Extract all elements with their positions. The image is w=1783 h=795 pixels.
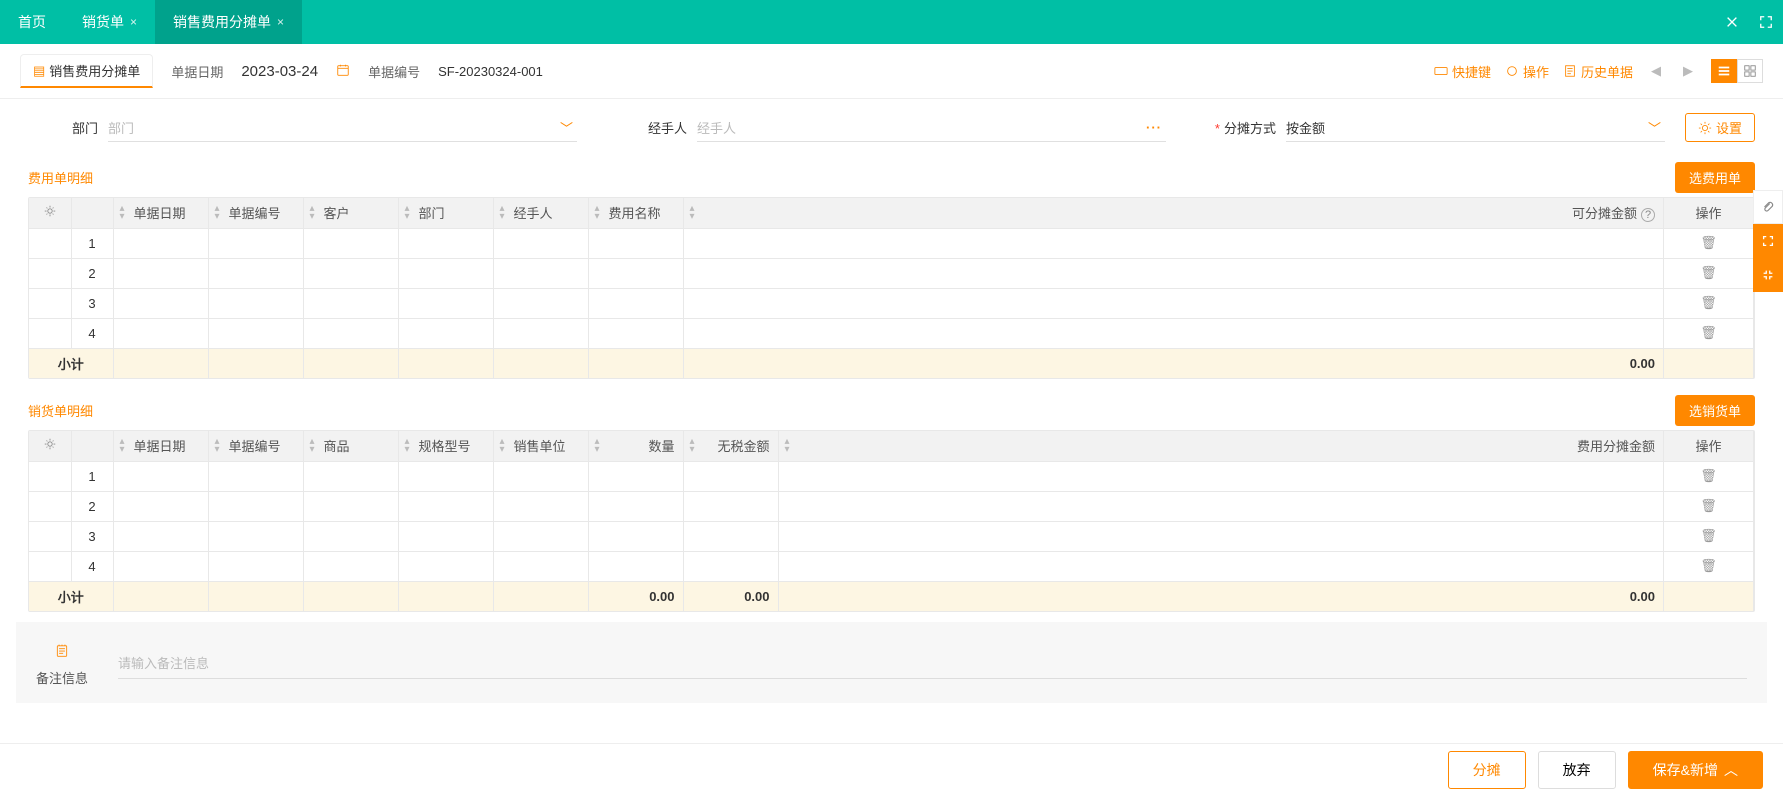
col-amount[interactable]: ▴▾无税金额: [683, 431, 778, 461]
table-row[interactable]: 4🗑: [29, 551, 1754, 581]
expand-button[interactable]: [1753, 224, 1783, 258]
select-sales-button[interactable]: 选销货单: [1675, 395, 1755, 426]
remarks-input[interactable]: 请输入备注信息: [118, 647, 1747, 679]
trash-icon[interactable]: 🗑: [1700, 295, 1717, 310]
next-arrow-icon[interactable]: ▶: [1679, 63, 1697, 79]
remarks-label: 备注信息: [36, 668, 88, 687]
collapse-button[interactable]: [1753, 258, 1783, 292]
col-action: 操作: [1664, 431, 1754, 461]
table-row[interactable]: 4🗑: [29, 318, 1754, 348]
method-select[interactable]: 按金额 ﹀: [1286, 114, 1665, 142]
col-product[interactable]: ▴▾商品: [303, 431, 398, 461]
col-num[interactable]: ▴▾单据编号: [208, 198, 303, 228]
tab-sales-expense-alloc[interactable]: 销售费用分摊单×: [155, 0, 302, 44]
subtotal-row: 小计0.000.000.00: [29, 581, 1754, 611]
col-spec[interactable]: ▴▾规格型号: [398, 431, 493, 461]
document-header: ▤ 销售费用分摊单 单据日期 2023-03-24 单据编号 SF-202303…: [0, 44, 1783, 99]
trash-icon[interactable]: 🗑: [1700, 265, 1717, 280]
allocate-button[interactable]: 分摊: [1448, 751, 1526, 789]
table-row[interactable]: 1🗑: [29, 461, 1754, 491]
chevron-up-icon: ︿: [1724, 760, 1738, 780]
trash-icon[interactable]: 🗑: [1700, 558, 1717, 573]
table-row[interactable]: 1🗑: [29, 228, 1754, 258]
prev-arrow-icon[interactable]: ◀: [1647, 63, 1665, 79]
expense-section-title: 费用单明细: [28, 168, 93, 187]
handler-label: 经手人: [617, 118, 697, 137]
trash-icon[interactable]: 🗑: [1700, 468, 1717, 483]
trash-icon[interactable]: 🗑: [1700, 528, 1717, 543]
gear-icon[interactable]: [29, 198, 71, 228]
date-label: 单据日期: [171, 62, 223, 81]
view-list-button[interactable]: [1711, 59, 1737, 83]
col-fee-name[interactable]: ▴▾费用名称: [588, 198, 683, 228]
tab-sales-order[interactable]: 销货单×: [64, 0, 155, 44]
expense-table: ▴▾单据日期 ▴▾单据编号 ▴▾客户 ▴▾部门 ▴▾经手人 ▴▾费用名称 ▴▾可…: [28, 197, 1755, 379]
shortcut-button[interactable]: 快捷键: [1434, 62, 1491, 81]
trash-icon[interactable]: 🗑: [1700, 325, 1717, 340]
calendar-icon[interactable]: [336, 63, 350, 80]
action-button[interactable]: 操作: [1505, 62, 1549, 81]
handler-select[interactable]: 经手人 ···: [697, 114, 1166, 142]
save-and-new-button[interactable]: 保存&新增︿: [1628, 751, 1763, 789]
close-icon[interactable]: ×: [130, 15, 137, 29]
method-label: *分摊方式: [1206, 118, 1286, 137]
dept-select[interactable]: 部门 ﹀: [108, 114, 577, 142]
date-value[interactable]: 2023-03-24: [241, 63, 318, 80]
table-row[interactable]: 2🗑: [29, 258, 1754, 288]
col-date[interactable]: ▴▾单据日期: [113, 198, 208, 228]
col-date[interactable]: ▴▾单据日期: [113, 431, 208, 461]
attachment-button[interactable]: [1753, 190, 1783, 224]
tab-home[interactable]: 首页: [0, 0, 64, 44]
select-expense-button[interactable]: 选费用单: [1675, 162, 1755, 193]
view-grid-button[interactable]: [1737, 59, 1763, 83]
document-icon: ▤: [33, 63, 45, 79]
gear-icon[interactable]: [29, 431, 71, 461]
table-row[interactable]: 2🗑: [29, 491, 1754, 521]
table-row[interactable]: 3🗑: [29, 521, 1754, 551]
subtotal-row: 小计0.00: [29, 348, 1754, 378]
side-tools: [1753, 190, 1783, 292]
abandon-button[interactable]: 放弃: [1538, 751, 1616, 789]
chevron-down-icon: ﹀: [1648, 118, 1661, 137]
close-window-button[interactable]: [1715, 0, 1749, 44]
sales-section-title: 销货单明细: [28, 401, 93, 420]
table-row[interactable]: 3🗑: [29, 288, 1754, 318]
settings-button[interactable]: 设置: [1685, 113, 1755, 142]
doc-number-label: 单据编号: [368, 62, 420, 81]
top-tab-bar: 首页 销货单× 销售费用分摊单×: [0, 0, 1783, 44]
col-handler[interactable]: ▴▾经手人: [493, 198, 588, 228]
col-customer[interactable]: ▴▾客户: [303, 198, 398, 228]
help-icon[interactable]: ?: [1641, 208, 1655, 222]
notes-icon: [55, 638, 69, 664]
more-icon: ···: [1146, 120, 1162, 135]
col-alloc-amount[interactable]: ▴▾费用分摊金额: [778, 431, 1664, 461]
chevron-down-icon: ﹀: [560, 118, 573, 137]
form-row: 部门 部门 ﹀ 经手人 经手人 ··· *分摊方式 按金额 ﹀ 设置: [0, 99, 1783, 156]
col-dept[interactable]: ▴▾部门: [398, 198, 493, 228]
col-num[interactable]: ▴▾单据编号: [208, 431, 303, 461]
document-type-tab[interactable]: ▤ 销售费用分摊单: [20, 54, 153, 88]
fullscreen-button[interactable]: [1749, 0, 1783, 44]
footer-bar: 分摊 放弃 保存&新增︿: [0, 743, 1783, 795]
trash-icon[interactable]: 🗑: [1700, 235, 1717, 250]
col-unit[interactable]: ▴▾销售单位: [493, 431, 588, 461]
close-icon[interactable]: ×: [277, 15, 284, 29]
doc-number-value: SF-20230324-001: [438, 64, 543, 79]
dept-label: 部门: [28, 118, 108, 137]
trash-icon[interactable]: 🗑: [1700, 498, 1717, 513]
col-alloc-amount[interactable]: ▴▾可分摊金额?: [683, 198, 1664, 228]
col-qty[interactable]: ▴▾数量: [588, 431, 683, 461]
remarks-section: 备注信息 请输入备注信息: [16, 622, 1767, 703]
sales-table: ▴▾单据日期 ▴▾单据编号 ▴▾商品 ▴▾规格型号 ▴▾销售单位 ▴▾数量 ▴▾…: [28, 430, 1755, 612]
history-button[interactable]: 历史单据: [1563, 62, 1633, 81]
col-action: 操作: [1664, 198, 1754, 228]
